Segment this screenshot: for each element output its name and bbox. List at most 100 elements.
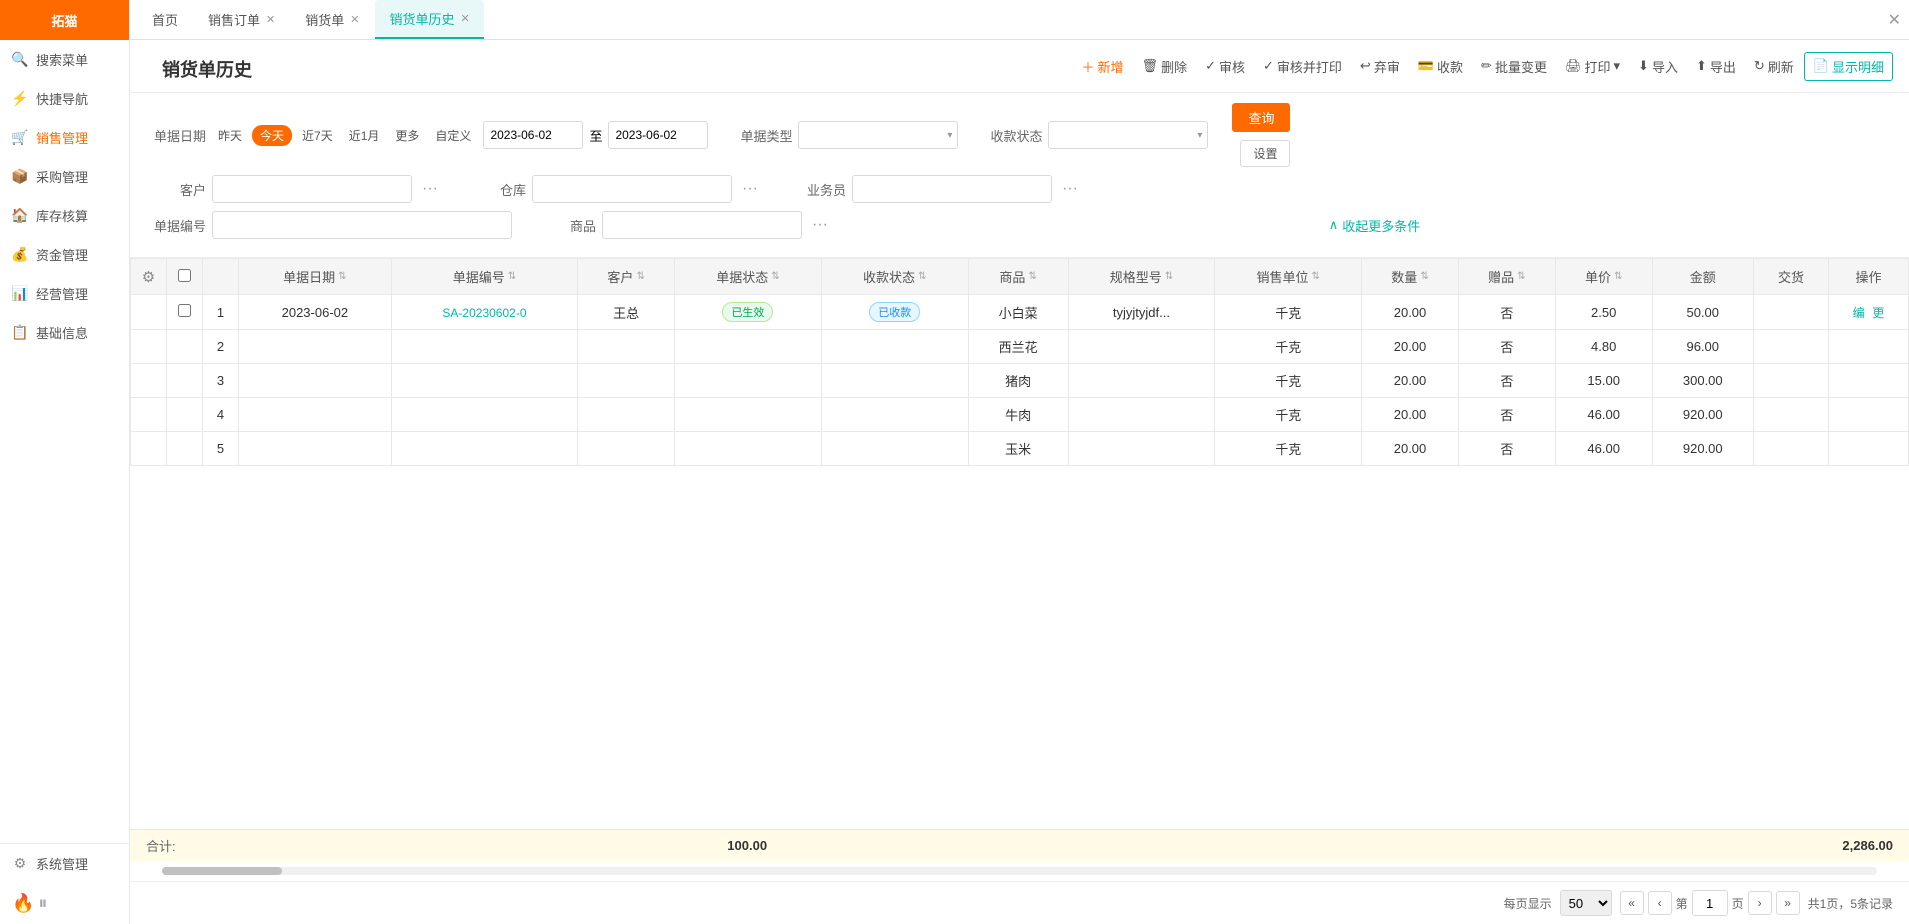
cell-doc-date xyxy=(239,398,392,432)
date-range: 昨天 今天 近7天 近1月 更多 自定义 xyxy=(212,125,477,146)
tab-bar: 首页 销售订单 ✕ 销货单 ✕ 销货单历史 ✕ ✕ xyxy=(130,0,1909,40)
tab-close-icon[interactable]: ✕ xyxy=(266,13,275,26)
row-checkbox[interactable] xyxy=(178,304,191,317)
filter-row-3: 单据编号 商品 ··· ∧ 收起更多条件 xyxy=(146,211,1893,239)
tab-sales-goods[interactable]: 销货单 ✕ xyxy=(291,0,373,39)
filter-row-2: 客户 ··· 仓库 ··· 业务员 ··· xyxy=(146,175,1893,203)
sort-icon[interactable]: ⇅ xyxy=(636,271,644,282)
sidebar-item-sales-mgmt[interactable]: 🛒 销售管理 xyxy=(0,118,129,157)
doc-number-link[interactable]: SA-20230602-0 xyxy=(442,306,526,320)
sidebar-item-operations[interactable]: 📊 经营管理 xyxy=(0,274,129,313)
sidebar-item-purchase-mgmt[interactable]: 📦 采购管理 xyxy=(0,157,129,196)
sort-icon[interactable]: ⇅ xyxy=(1028,271,1036,282)
scrollbar-thumb[interactable] xyxy=(162,867,282,875)
import-button[interactable]: ⬇ 导入 xyxy=(1630,53,1686,80)
cell-doc-date: 2023-06-02 xyxy=(239,295,392,330)
delete-button[interactable]: 🗑 删除 xyxy=(1134,53,1196,80)
goods-input[interactable] xyxy=(602,211,802,239)
warehouse-picker-icon[interactable]: ··· xyxy=(738,180,762,198)
sidebar-item-inventory[interactable]: 🏠 库存核算 xyxy=(0,196,129,235)
cell-customer xyxy=(578,432,675,466)
audit-button[interactable]: ✓ 审核 xyxy=(1197,53,1253,80)
page-number-input[interactable] xyxy=(1692,890,1728,916)
salesperson-picker-icon[interactable]: ··· xyxy=(1058,180,1082,198)
sort-icon[interactable]: ⇅ xyxy=(1312,271,1320,282)
sidebar-item-finance[interactable]: 💰 资金管理 xyxy=(0,235,129,274)
sort-icon[interactable]: ⇅ xyxy=(1165,271,1173,282)
date-btn-more[interactable]: 更多 xyxy=(389,125,425,146)
doc-type-select[interactable] xyxy=(798,121,958,149)
sidebar: 拓猫 🔍 搜索菜单 ⚡ 快捷导航 🛒 销售管理 📦 采购管理 🏠 库存核算 💰 … xyxy=(0,0,130,924)
date-btn-yesterday[interactable]: 昨天 xyxy=(212,125,248,146)
cell-trade xyxy=(1753,432,1828,466)
sort-icon[interactable]: ⇅ xyxy=(338,271,346,282)
last-page-button[interactable]: » xyxy=(1776,891,1800,915)
sort-icon[interactable]: ⇅ xyxy=(508,271,516,282)
query-button[interactable]: 查询 xyxy=(1232,103,1290,132)
more-link[interactable]: 更 xyxy=(1872,306,1884,320)
audit-print-button[interactable]: ✓ 审核并打印 xyxy=(1255,53,1350,80)
sidebar-item-label: 销售管理 xyxy=(36,128,88,147)
cell-unit: 千克 xyxy=(1215,295,1362,330)
sidebar-item-bottom-icons[interactable]: 🔥 ⏸ xyxy=(0,883,129,924)
sidebar-item-quick-nav[interactable]: ⚡ 快捷导航 xyxy=(0,79,129,118)
cell-price: 2.50 xyxy=(1555,295,1652,330)
plus-icon: ＋ xyxy=(1082,57,1095,76)
tab-sales-order[interactable]: 销售订单 ✕ xyxy=(194,0,289,39)
print-button[interactable]: 🖨 打印 ▾ xyxy=(1557,53,1628,80)
date-btn-custom[interactable]: 自定义 xyxy=(429,125,477,146)
collect-button[interactable]: 💳 收款 xyxy=(1410,53,1471,80)
refresh-button[interactable]: ↻ 刷新 xyxy=(1746,53,1802,80)
customer-picker-icon[interactable]: ··· xyxy=(418,180,442,198)
cell-customer xyxy=(578,364,675,398)
sidebar-item-sys-mgmt[interactable]: ⚙ 系统管理 xyxy=(0,844,129,883)
date-btn-1month[interactable]: 近1月 xyxy=(343,125,386,146)
collapse-filter-button[interactable]: ∧ 收起更多条件 xyxy=(1321,214,1429,237)
tab-home[interactable]: 首页 xyxy=(138,0,192,39)
doc-number-filter-group: 单据编号 xyxy=(146,211,512,239)
cell-price: 46.00 xyxy=(1555,432,1652,466)
tab-close-icon[interactable]: ✕ xyxy=(350,13,359,26)
batch-change-button[interactable]: ✏ 批量变更 xyxy=(1473,53,1555,80)
show-detail-button[interactable]: 📄 显示明细 xyxy=(1804,52,1893,81)
collect-status-select[interactable] xyxy=(1048,121,1208,149)
col-row-num xyxy=(203,259,239,295)
sort-icon[interactable]: ⇅ xyxy=(771,271,779,282)
new-button[interactable]: ＋ 新增 xyxy=(1074,53,1132,80)
doc-number-input[interactable] xyxy=(212,211,512,239)
salesperson-input[interactable] xyxy=(852,175,1052,203)
abandon-button[interactable]: ↩ 弃审 xyxy=(1352,53,1408,80)
sort-icon[interactable]: ⇅ xyxy=(1420,271,1428,282)
salesperson-filter-group: 业务员 ··· xyxy=(786,175,1082,203)
cell-goods: 小白菜 xyxy=(968,295,1068,330)
next-page-button[interactable]: › xyxy=(1748,891,1772,915)
date-to-input[interactable] xyxy=(608,121,708,149)
date-from-input[interactable] xyxy=(483,121,583,149)
edit-link[interactable]: 编 xyxy=(1853,306,1865,320)
sort-icon[interactable]: ⇅ xyxy=(918,271,926,282)
collect-status-select-wrapper: ▾ xyxy=(1048,121,1208,149)
cell-spec xyxy=(1068,330,1215,364)
warehouse-input[interactable] xyxy=(532,175,732,203)
select-all-checkbox[interactable] xyxy=(178,269,191,282)
sort-icon[interactable]: ⇅ xyxy=(1614,271,1622,282)
cell-collect-status: 已收款 xyxy=(821,295,968,330)
export-button[interactable]: ⬆ 导出 xyxy=(1688,53,1744,80)
page-size-select[interactable]: 50 100 xyxy=(1560,890,1612,916)
sort-icon[interactable]: ⇅ xyxy=(1517,271,1525,282)
prev-page-button[interactable]: ‹ xyxy=(1648,891,1672,915)
sidebar-item-base-info[interactable]: 📋 基础信息 xyxy=(0,313,129,352)
horizontal-scrollbar[interactable] xyxy=(162,867,1877,875)
window-close-button[interactable]: ✕ xyxy=(1888,10,1901,30)
settings-button[interactable]: 设置 xyxy=(1240,140,1290,167)
date-btn-today[interactable]: 今天 xyxy=(252,125,292,146)
first-page-button[interactable]: « xyxy=(1620,891,1644,915)
customer-input[interactable] xyxy=(212,175,412,203)
tab-close-icon[interactable]: ✕ xyxy=(461,12,470,25)
tab-sales-history[interactable]: 销货单历史 ✕ xyxy=(375,0,483,39)
sidebar-item-search-menu[interactable]: 🔍 搜索菜单 xyxy=(0,40,129,79)
table-settings-icon[interactable]: ⚙ xyxy=(142,269,155,286)
date-btn-7days[interactable]: 近7天 xyxy=(296,125,339,146)
cell-spec: tyjyjtyjdf... xyxy=(1068,295,1215,330)
goods-picker-icon[interactable]: ··· xyxy=(808,216,832,234)
